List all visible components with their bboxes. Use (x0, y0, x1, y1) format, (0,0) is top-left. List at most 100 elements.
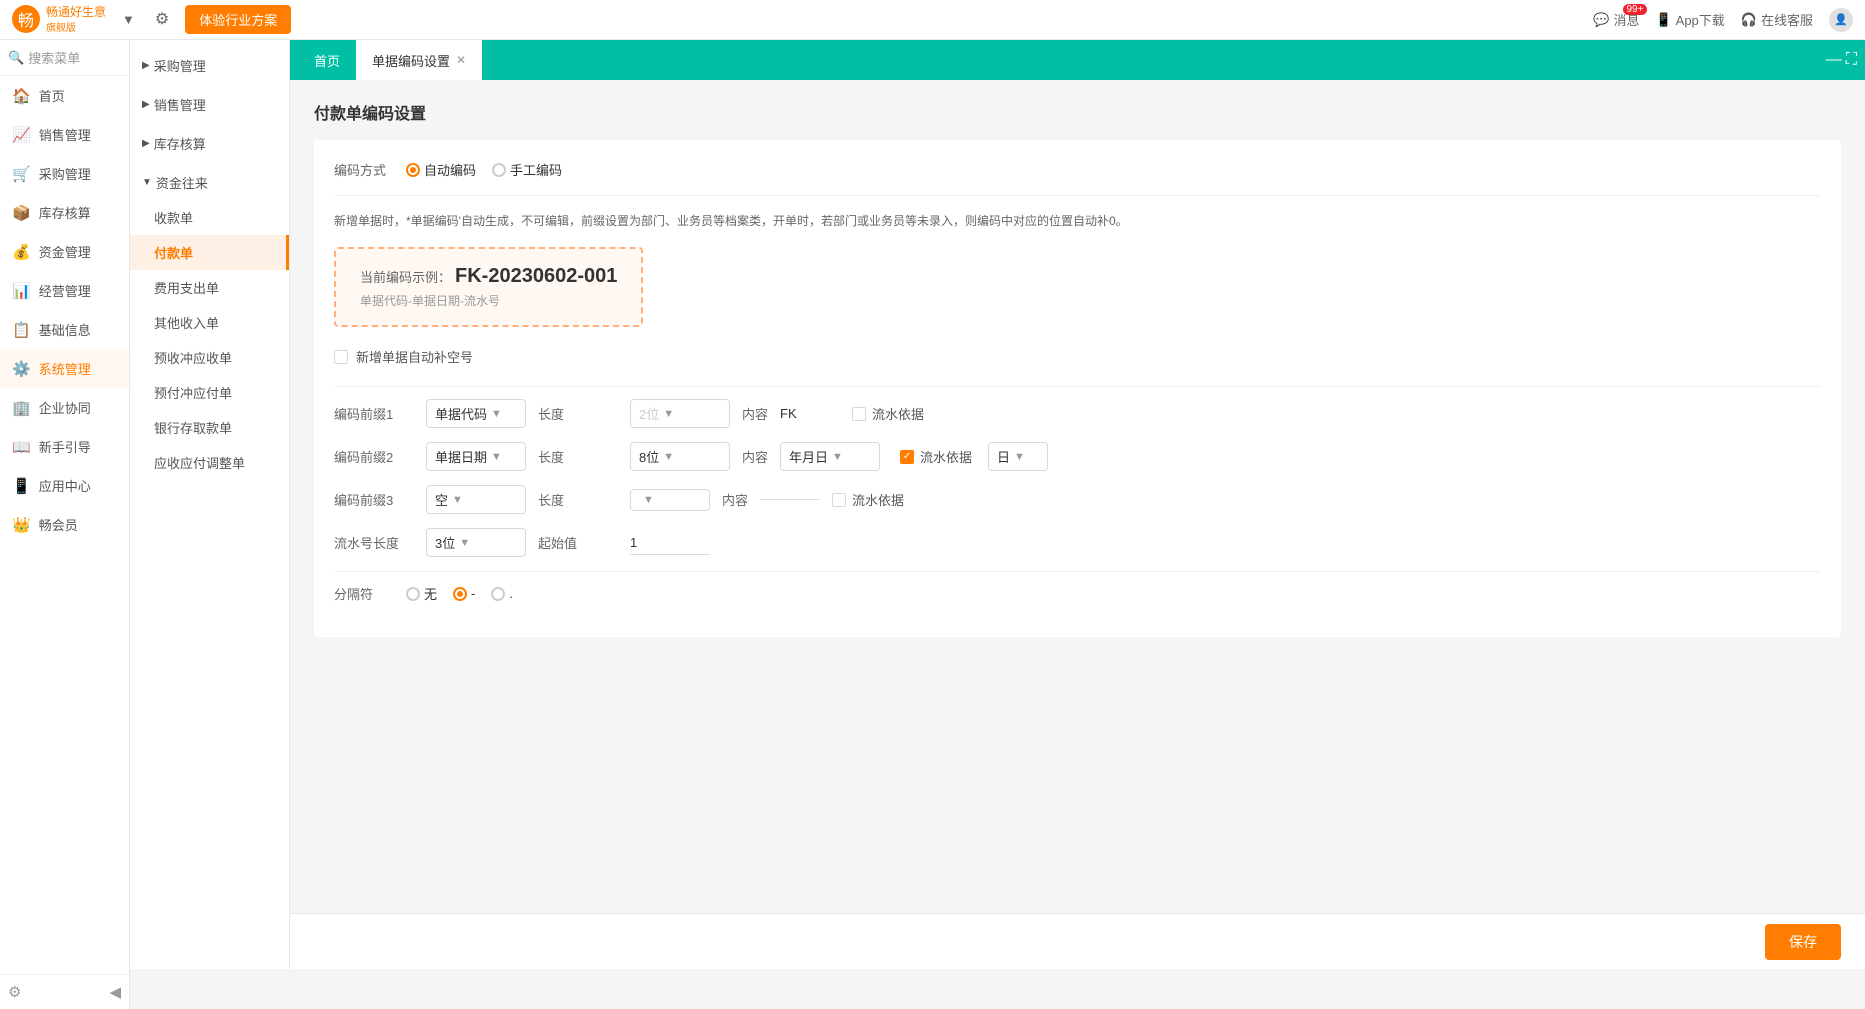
start-value-input[interactable]: 1 (630, 531, 710, 555)
sidebar-item-app[interactable]: 📱 应用中心 (0, 466, 129, 505)
tab-serial-settings[interactable]: 单据编码设置 ✕ (356, 40, 482, 80)
length1-select[interactable]: 2位 ▼ (630, 399, 730, 428)
group-sales: ▶ 销售管理 (130, 87, 289, 122)
sidebar-item-system[interactable]: ⚙️ 系统管理 (0, 349, 129, 388)
length1-arrow-icon: ▼ (663, 408, 674, 420)
sidebar-item-member[interactable]: 👑 畅会员 (0, 505, 129, 544)
sidebar-item-guide[interactable]: 📖 新手引导 (0, 427, 129, 466)
group-sales-title[interactable]: ▶ 销售管理 (130, 87, 289, 122)
operation-icon: 📊 (12, 282, 31, 300)
sub-item-receipt[interactable]: 收款单 (130, 200, 289, 235)
sep-dash-radio[interactable]: - (453, 586, 475, 601)
top-bar: 畅 畅通好生意 旗舰版 ▼ ⚙ 体验行业方案 💬 消息 99+ 📱 App下载 … (0, 0, 1865, 40)
group-capital-title[interactable]: ▼ 资金往来 (130, 165, 289, 200)
sidebar-item-purchase[interactable]: 🛒 采购管理 (0, 154, 129, 193)
service-btn[interactable]: 🎧 在线客服 (1741, 10, 1813, 29)
tab-home[interactable]: 首页 (298, 40, 356, 80)
sidebar-item-finance[interactable]: 💰 资金管理 (0, 232, 129, 271)
sep-none-radio[interactable]: 无 (406, 584, 437, 603)
sidebar-item-operation[interactable]: 📊 经营管理 (0, 271, 129, 310)
sidebar-item-inventory[interactable]: 📦 库存核算 (0, 193, 129, 232)
manual-encode-radio[interactable]: 手工编码 (492, 160, 562, 179)
auto-encode-radio[interactable]: 自动编码 (406, 160, 476, 179)
length2-label: 长度 (538, 447, 618, 466)
sep-dash-label: - (471, 586, 475, 601)
bottom-bar: 保存 (290, 913, 1865, 969)
settings-icon[interactable]: ⚙ (147, 5, 177, 33)
content1-label: 内容 (742, 404, 768, 423)
sep-dash-dot (453, 587, 467, 601)
tab-expand-icon[interactable]: ⛶ (1846, 51, 1857, 69)
stream1-checkbox[interactable] (852, 407, 866, 421)
group-purchase: ▶ 采购管理 (130, 48, 289, 83)
sidebar-item-home[interactable]: 🏠 首页 (0, 76, 129, 115)
length2-select[interactable]: 8位 ▼ (630, 442, 730, 471)
search-icon: 🔍 (8, 50, 24, 66)
prefix2-label: 编码前缀2 (334, 447, 414, 466)
stream3-checkbox[interactable] (832, 493, 846, 507)
trial-btn[interactable]: 体验行业方案 (185, 5, 291, 34)
chevron-right-icon3: ▶ (142, 138, 150, 149)
prefix2-select[interactable]: 单据日期 ▼ (426, 442, 526, 471)
sidebar-item-enterprise[interactable]: 🏢 企业协同 (0, 388, 129, 427)
avatar[interactable]: 👤 (1829, 8, 1853, 32)
serial-length-select[interactable]: 3位 ▼ (426, 528, 526, 557)
encoding-radio-group: 自动编码 手工编码 (406, 160, 562, 179)
sep-dot-radio[interactable]: . (491, 586, 513, 601)
sub-item-payment[interactable]: 付款单 (130, 235, 289, 270)
app-icon: 📱 (12, 477, 31, 495)
prefix1-row: 编码前缀1 单据代码 ▼ 长度 2位 ▼ 内容 FK (334, 399, 1821, 428)
prefix3-select[interactable]: 空 ▼ (426, 485, 526, 514)
basic-icon: 📋 (12, 321, 31, 339)
brand-text: 畅通好生意 旗舰版 (46, 5, 106, 34)
enterprise-icon: 🏢 (12, 399, 31, 417)
tab-bar-actions: — ⛶ (1826, 51, 1857, 69)
chevron-down-icon2: ▼ (142, 177, 152, 188)
message-btn[interactable]: 💬 消息 99+ (1593, 10, 1639, 29)
sidebar-search[interactable]: 🔍 搜索菜单 (0, 40, 129, 76)
encoding-mode-label: 编码方式 (334, 160, 386, 179)
sep-radio-group: 无 - . (406, 584, 513, 603)
stream2-select[interactable]: 日 ▼ (988, 442, 1048, 471)
stream1-row: 流水依据 (852, 404, 924, 423)
sub-item-ar-ap-adjust[interactable]: 应收应付调整单 (130, 445, 289, 480)
settings-card: 编码方式 自动编码 手工编码 (314, 140, 1841, 637)
prefix3-arrow-icon: ▼ (452, 494, 463, 506)
stream2-arrow-icon: ▼ (1014, 451, 1025, 463)
top-bar-nav: ▼ ⚙ (114, 5, 177, 33)
length2-arrow-icon: ▼ (663, 451, 674, 463)
content1-value: FK (780, 406, 820, 421)
tab-minimize-icon[interactable]: — (1826, 51, 1842, 69)
prefix1-select[interactable]: 单据代码 ▼ (426, 399, 526, 428)
sub-sidebar: ▶ 采购管理 ▶ 销售管理 ▶ 库存核算 ▼ 资金往来 收款单 (130, 40, 290, 969)
sidebar-item-sales[interactable]: 📈 销售管理 (0, 115, 129, 154)
sub-item-prepay-receivable[interactable]: 预收冲应收单 (130, 340, 289, 375)
nav-dropdown[interactable]: ▼ (114, 8, 143, 31)
auto-fill-checkbox[interactable] (334, 350, 348, 364)
group-purchase-title[interactable]: ▶ 采购管理 (130, 48, 289, 83)
app-download-btn[interactable]: 📱 App下载 (1655, 10, 1724, 29)
stream2-checkbox[interactable]: ✓ (900, 450, 914, 464)
search-inner[interactable]: 🔍 搜索菜单 (8, 48, 121, 67)
content2-select[interactable]: 年月日 ▼ (780, 442, 880, 471)
sidebar: 🔍 搜索菜单 🏠 首页 📈 销售管理 🛒 采购管理 📦 库存核算 💰 (0, 40, 130, 1009)
sub-item-expense[interactable]: 费用支出单 (130, 270, 289, 305)
group-inventory: ▶ 库存核算 (130, 126, 289, 161)
preview-box: 当前编码示例： FK-20230602-001 单据代码-单据日期-流水号 (334, 247, 643, 327)
save-button[interactable]: 保存 (1765, 924, 1841, 960)
tab-close-icon[interactable]: ✕ (456, 53, 466, 67)
sub-item-bank-deposit[interactable]: 银行存取款单 (130, 410, 289, 445)
guide-icon: 📖 (12, 438, 31, 456)
sub-item-prepay-payable[interactable]: 预付冲应付单 (130, 375, 289, 410)
sidebar-item-basic[interactable]: 📋 基础信息 (0, 310, 129, 349)
auto-fill-row: 新增单据自动补空号 (334, 347, 1821, 366)
content2-arrow-icon: ▼ (832, 451, 843, 463)
sidebar-nav: 🏠 首页 📈 销售管理 🛒 采购管理 📦 库存核算 💰 资金管理 📊 经 (0, 76, 129, 974)
inventory-icon: 📦 (12, 204, 31, 222)
length3-select[interactable]: ▼ (630, 489, 710, 511)
sep-none-dot (406, 587, 420, 601)
separator-label: 分隔符 (334, 584, 394, 603)
group-inventory-title[interactable]: ▶ 库存核算 (130, 126, 289, 161)
sub-item-other-income[interactable]: 其他收入单 (130, 305, 289, 340)
headset-icon: 🎧 (1741, 12, 1757, 28)
